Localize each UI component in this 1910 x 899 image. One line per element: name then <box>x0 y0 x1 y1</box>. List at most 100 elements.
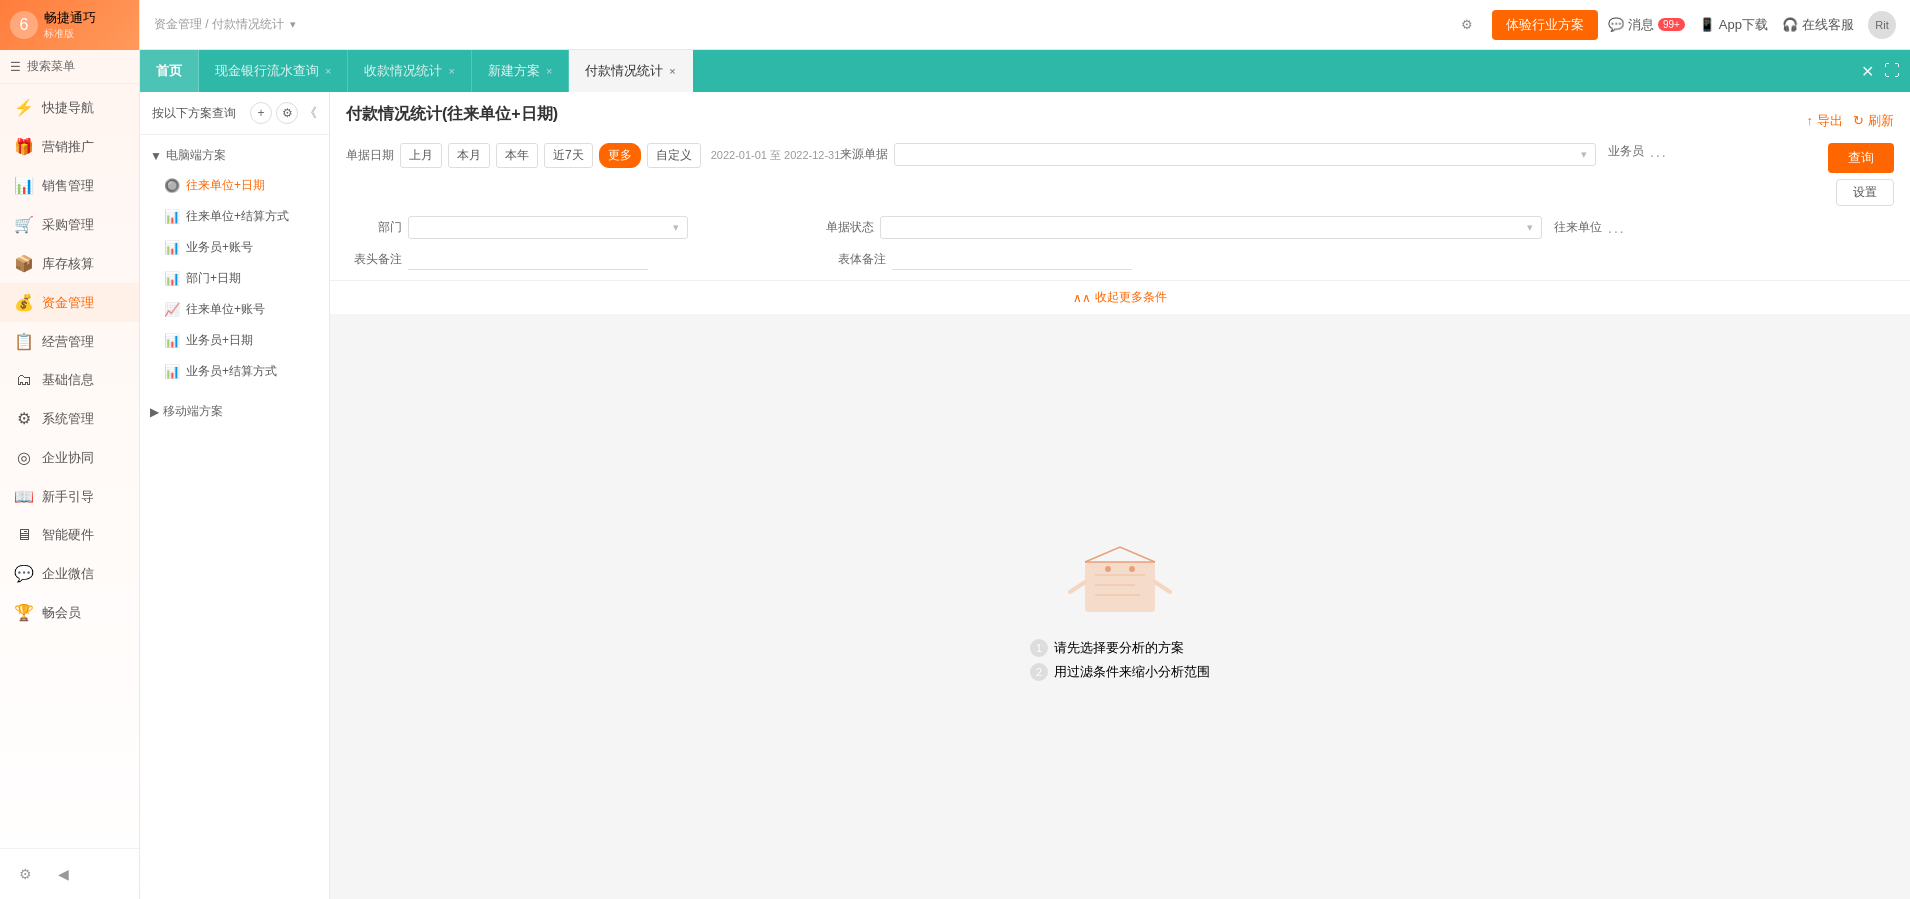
collapse-filter-btn[interactable]: ∧∧ 收起更多条件 <box>330 280 1910 314</box>
manage-scheme-btn[interactable]: ⚙ <box>276 102 298 124</box>
unit-date-icon: 🔘 <box>164 178 180 193</box>
filter-rows: 单据日期 上月 本月 本年 近7天 更多 自定义 2022-01-01 至 20… <box>330 143 1910 270</box>
dept-label: 部门 <box>346 219 402 236</box>
header-note-input[interactable] <box>408 249 648 270</box>
settings-bottom-btn[interactable]: ⚙ <box>10 859 40 889</box>
sidebar-item-sales[interactable]: 📊 销售管理 <box>0 166 139 205</box>
search-icon: ☰ <box>10 60 21 74</box>
add-scheme-btn[interactable]: + <box>250 102 272 124</box>
marketing-icon: 🎁 <box>14 137 34 156</box>
svg-line-7 <box>1070 582 1085 592</box>
capital-icon: 💰 <box>14 293 34 312</box>
collapse-sidebar-btn[interactable]: ◀ <box>48 859 78 889</box>
date-range-display: 2022-01-01 至 2022-12-31 <box>711 148 841 163</box>
sidebar-item-member[interactable]: 🏆 畅会员 <box>0 593 139 632</box>
svg-line-8 <box>1155 582 1170 592</box>
source-select[interactable]: ▾ <box>894 143 1596 166</box>
tab-payment-close[interactable]: × <box>669 65 675 77</box>
date-btn-7days[interactable]: 近7天 <box>544 143 593 168</box>
scheme-header: 按以下方案查询 + ⚙ 《 <box>140 92 329 135</box>
sidebar-item-quick-nav[interactable]: ⚡ 快捷导航 <box>0 88 139 127</box>
sidebar-item-guide[interactable]: 📖 新手引导 <box>0 477 139 516</box>
source-filter-group: 来源单据 ▾ <box>840 143 1596 166</box>
tab-receipt[interactable]: 收款情况统计 × <box>348 50 471 92</box>
scheme-item-staff-settle[interactable]: 📊 业务员+结算方式 <box>140 356 329 387</box>
expand-tabs-btn[interactable]: ⛶ <box>1884 62 1900 80</box>
sidebar-item-operation[interactable]: 📋 经营管理 <box>0 322 139 361</box>
dropdown-arrow-icon[interactable]: ▾ <box>290 18 296 31</box>
query-button[interactable]: 查询 <box>1828 143 1894 173</box>
dept-arrow-icon: ▾ <box>673 221 679 234</box>
settings-button[interactable]: 设置 <box>1836 179 1894 206</box>
sales-icon: 📊 <box>14 176 34 195</box>
empty-tip-1: 1 请先选择要分析的方案 <box>1030 639 1210 657</box>
refresh-icon: ↻ <box>1853 113 1864 128</box>
tab-bank[interactable]: 现金银行流水查询 × <box>199 50 348 92</box>
mobile-section-header[interactable]: ▶ 移动端方案 <box>140 397 329 426</box>
scheme-item-label: 业务员+日期 <box>186 332 253 349</box>
gear-button[interactable]: ⚙ <box>1452 10 1482 40</box>
staff-dots-btn[interactable]: ... <box>1650 144 1668 160</box>
date-btn-custom[interactable]: 自定义 <box>647 143 701 168</box>
pc-section-header[interactable]: ▼ 电脑端方案 <box>140 141 329 170</box>
sidebar-item-hardware[interactable]: 🖥 智能硬件 <box>0 516 139 554</box>
scheme-item-unit-date[interactable]: 🔘 往来单位+日期 <box>140 170 329 201</box>
app-download-btn[interactable]: 📱 App下载 <box>1699 16 1768 34</box>
date-btn-more[interactable]: 更多 <box>599 143 641 168</box>
sidebar-item-capital[interactable]: 💰 资金管理 <box>0 283 139 322</box>
staff-account-icon: 📊 <box>164 240 180 255</box>
industry-button[interactable]: 体验行业方案 <box>1492 10 1598 40</box>
export-btn[interactable]: ↑ 导出 <box>1807 112 1844 130</box>
sidebar-item-cooperation[interactable]: ◎ 企业协同 <box>0 438 139 477</box>
scheme-item-unit-account[interactable]: 📈 往来单位+账号 <box>140 294 329 325</box>
collapse-scheme-btn[interactable]: 《 <box>304 104 317 122</box>
scheme-item-staff-date[interactable]: 📊 业务员+日期 <box>140 325 329 356</box>
tab-receipt-close[interactable]: × <box>448 65 454 77</box>
sidebar-item-basic[interactable]: 🗂 基础信息 <box>0 361 139 399</box>
status-arrow-icon: ▾ <box>1527 221 1533 234</box>
customer-service-btn[interactable]: 🎧 在线客服 <box>1782 16 1854 34</box>
messages-label: 消息 <box>1628 16 1654 34</box>
collapse-arrow-icon: ∧∧ <box>1073 291 1091 305</box>
empty-tip-2: 2 用过滤条件来缩小分析范围 <box>1030 663 1210 681</box>
scheme-item-unit-settle[interactable]: 📊 往来单位+结算方式 <box>140 201 329 232</box>
main-panel: 资金管理 / 付款情况统计 ▾ ⚙ 体验行业方案 💬 消息 99+ 📱 App下… <box>140 0 1910 899</box>
operation-icon: 📋 <box>14 332 34 351</box>
sidebar-item-marketing[interactable]: 🎁 营销推广 <box>0 127 139 166</box>
svg-point-6 <box>1129 566 1135 572</box>
tab-bank-close[interactable]: × <box>325 65 331 77</box>
scheme-item-staff-account[interactable]: 📊 业务员+账号 <box>140 232 329 263</box>
messages-btn[interactable]: 💬 消息 99+ <box>1608 16 1685 34</box>
sidebar-item-system[interactable]: ⚙ 系统管理 <box>0 399 139 438</box>
close-all-tabs-btn[interactable]: ✕ <box>1861 62 1874 81</box>
sidebar-item-wechat[interactable]: 💬 企业微信 <box>0 554 139 593</box>
search-menu-item[interactable]: ☰ 搜索菜单 <box>0 50 139 84</box>
filter-row-1: 单据日期 上月 本月 本年 近7天 更多 自定义 2022-01-01 至 20… <box>346 143 1894 206</box>
tip-text-1: 请先选择要分析的方案 <box>1054 639 1184 657</box>
filter-container: 付款情况统计(往来单位+日期) ↑ 导出 ↻ 刷新 <box>330 92 1910 314</box>
tab-payment[interactable]: 付款情况统计 × <box>569 50 692 92</box>
scheme-header-actions: + ⚙ <box>250 102 298 124</box>
status-select[interactable]: ▾ <box>880 216 1542 239</box>
sidebar-item-inventory[interactable]: 📦 库存核算 <box>0 244 139 283</box>
partner-dots-btn[interactable]: ... <box>1608 220 1626 236</box>
tab-new-scheme[interactable]: 新建方案 × <box>472 50 569 92</box>
date-btn-this-month[interactable]: 本月 <box>448 143 490 168</box>
date-btn-this-year[interactable]: 本年 <box>496 143 538 168</box>
date-btn-last-month[interactable]: 上月 <box>400 143 442 168</box>
tab-new-scheme-close[interactable]: × <box>546 65 552 77</box>
filter-row-2: 部门 ▾ 单据状态 ▾ <box>346 216 1894 239</box>
user-avatar[interactable]: Rit <box>1868 11 1896 39</box>
body-note-input[interactable] <box>892 249 1132 270</box>
expand-icon: ▼ <box>150 149 162 163</box>
scheme-item-dept-date[interactable]: 📊 部门+日期 <box>140 263 329 294</box>
breadcrumb: 资金管理 / 付款情况统计 ▾ <box>154 16 1442 33</box>
tab-payment-label: 付款情况统计 <box>585 62 663 80</box>
status-label: 单据状态 <box>826 219 874 236</box>
tab-home[interactable]: 首页 <box>140 50 199 92</box>
sidebar: 6 畅捷通巧 标准版 ☰ 搜索菜单 ⚡ 快捷导航 🎁 营销推广 📊 销售管理 🛒… <box>0 0 140 899</box>
refresh-btn[interactable]: ↻ 刷新 <box>1853 112 1894 130</box>
sidebar-item-purchase[interactable]: 🛒 采购管理 <box>0 205 139 244</box>
sidebar-item-label: 企业微信 <box>42 565 94 583</box>
dept-select[interactable]: ▾ <box>408 216 688 239</box>
